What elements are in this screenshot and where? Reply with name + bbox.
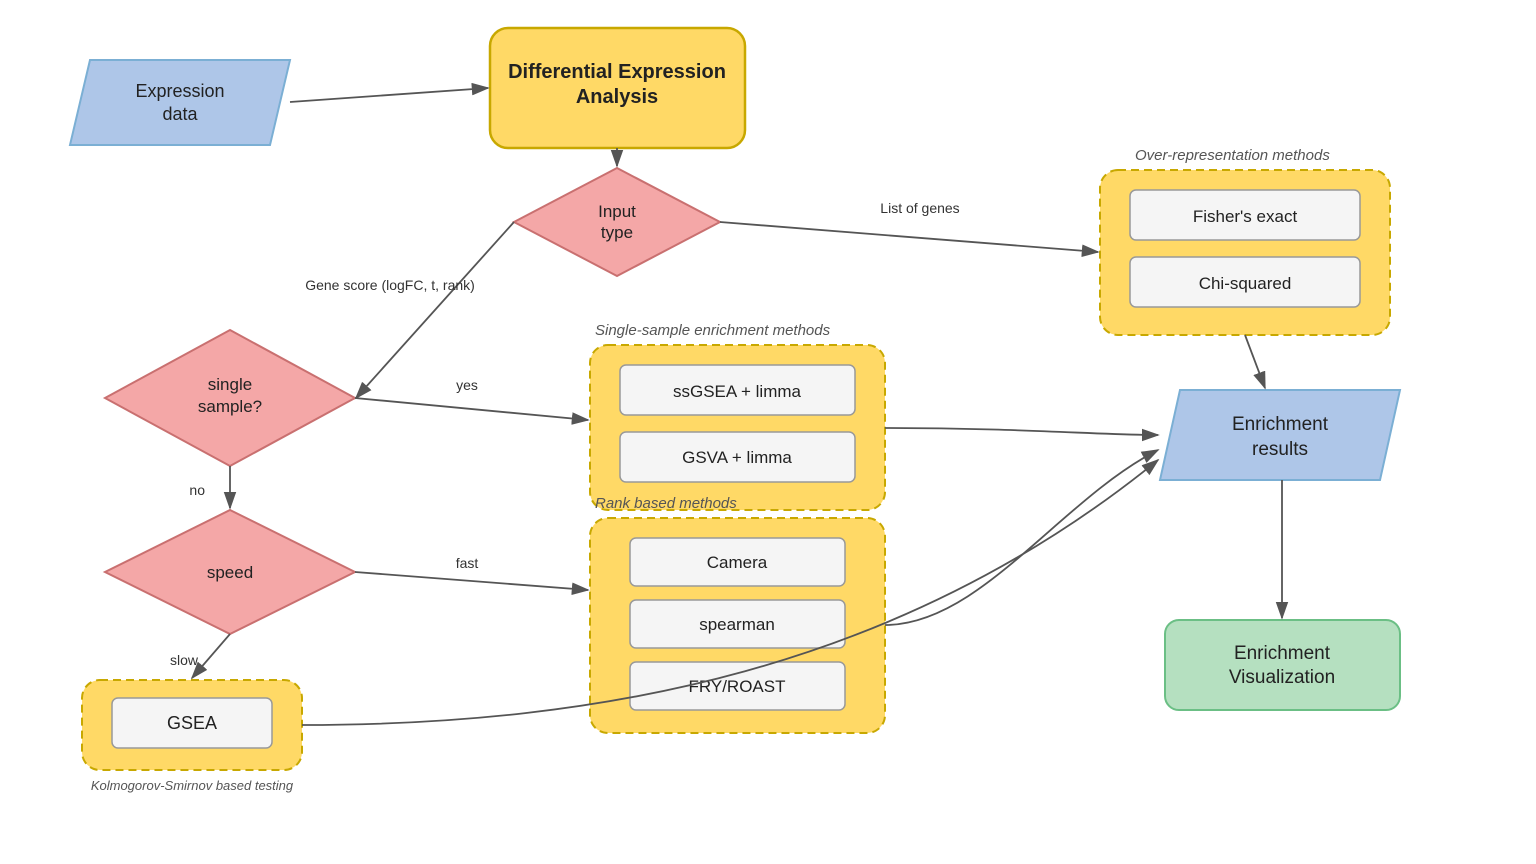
svg-text:Visualization: Visualization — [1229, 667, 1335, 688]
svg-text:fast: fast — [456, 555, 479, 571]
svg-text:GSEA: GSEA — [167, 713, 217, 733]
svg-text:Single-sample enrichment metho: Single-sample enrichment methods — [595, 322, 831, 339]
svg-text:Enrichment: Enrichment — [1232, 414, 1329, 435]
gsea-group-node: GSEA Kolmogorov-Smirnov based testing — [82, 680, 302, 793]
svg-text:Over-representation methods: Over-representation methods — [1135, 147, 1330, 164]
svg-text:Differential Expression: Differential Expression — [508, 61, 726, 83]
svg-text:slow: slow — [170, 652, 199, 668]
svg-text:Gene score (logFC, t, rank): Gene score (logFC, t, rank) — [305, 277, 475, 293]
svg-text:spearman: spearman — [699, 615, 775, 634]
svg-text:Chi-squared: Chi-squared — [1199, 274, 1292, 293]
svg-text:sample?: sample? — [198, 397, 262, 416]
svg-text:ssGSEA + limma: ssGSEA + limma — [673, 382, 802, 401]
dea-node: Differential Expression Analysis — [490, 28, 745, 148]
single-sample-node: single sample? — [105, 330, 355, 466]
flowchart-canvas: Expression data Differential Expression … — [0, 0, 1536, 864]
svg-text:Kolmogorov-Smirnov based testi: Kolmogorov-Smirnov based testing — [91, 778, 294, 793]
svg-text:Analysis: Analysis — [576, 86, 658, 108]
svg-text:results: results — [1252, 439, 1308, 460]
svg-text:FRY/ROAST: FRY/ROAST — [689, 677, 786, 696]
svg-text:no: no — [189, 482, 205, 498]
svg-text:data: data — [162, 104, 198, 124]
svg-text:GSVA + limma: GSVA + limma — [682, 448, 792, 467]
svg-text:Rank based methods: Rank based methods — [595, 495, 737, 512]
svg-text:single: single — [208, 375, 252, 394]
svg-text:Expression: Expression — [135, 81, 224, 101]
svg-text:Fisher's exact: Fisher's exact — [1193, 207, 1298, 226]
svg-text:type: type — [601, 223, 633, 242]
svg-text:Camera: Camera — [707, 553, 768, 572]
enrichment-viz-node: Enrichment Visualization — [1165, 620, 1400, 710]
svg-text:speed: speed — [207, 563, 253, 582]
flowchart-svg: Expression data Differential Expression … — [0, 0, 1536, 864]
svg-text:List of genes: List of genes — [880, 200, 959, 216]
svg-text:Input: Input — [598, 202, 636, 221]
svg-text:yes: yes — [456, 377, 478, 393]
expression-data-node: Expression data — [70, 60, 290, 145]
input-type-node: Input type — [514, 168, 720, 276]
svg-text:Enrichment: Enrichment — [1234, 643, 1331, 664]
speed-node: speed — [105, 510, 355, 634]
enrichment-results-node: Enrichment results — [1160, 390, 1400, 480]
ora-group-node: Over-representation methods Fisher's exa… — [1100, 147, 1390, 335]
sse-group-node: Single-sample enrichment methods ssGSEA … — [590, 322, 885, 510]
